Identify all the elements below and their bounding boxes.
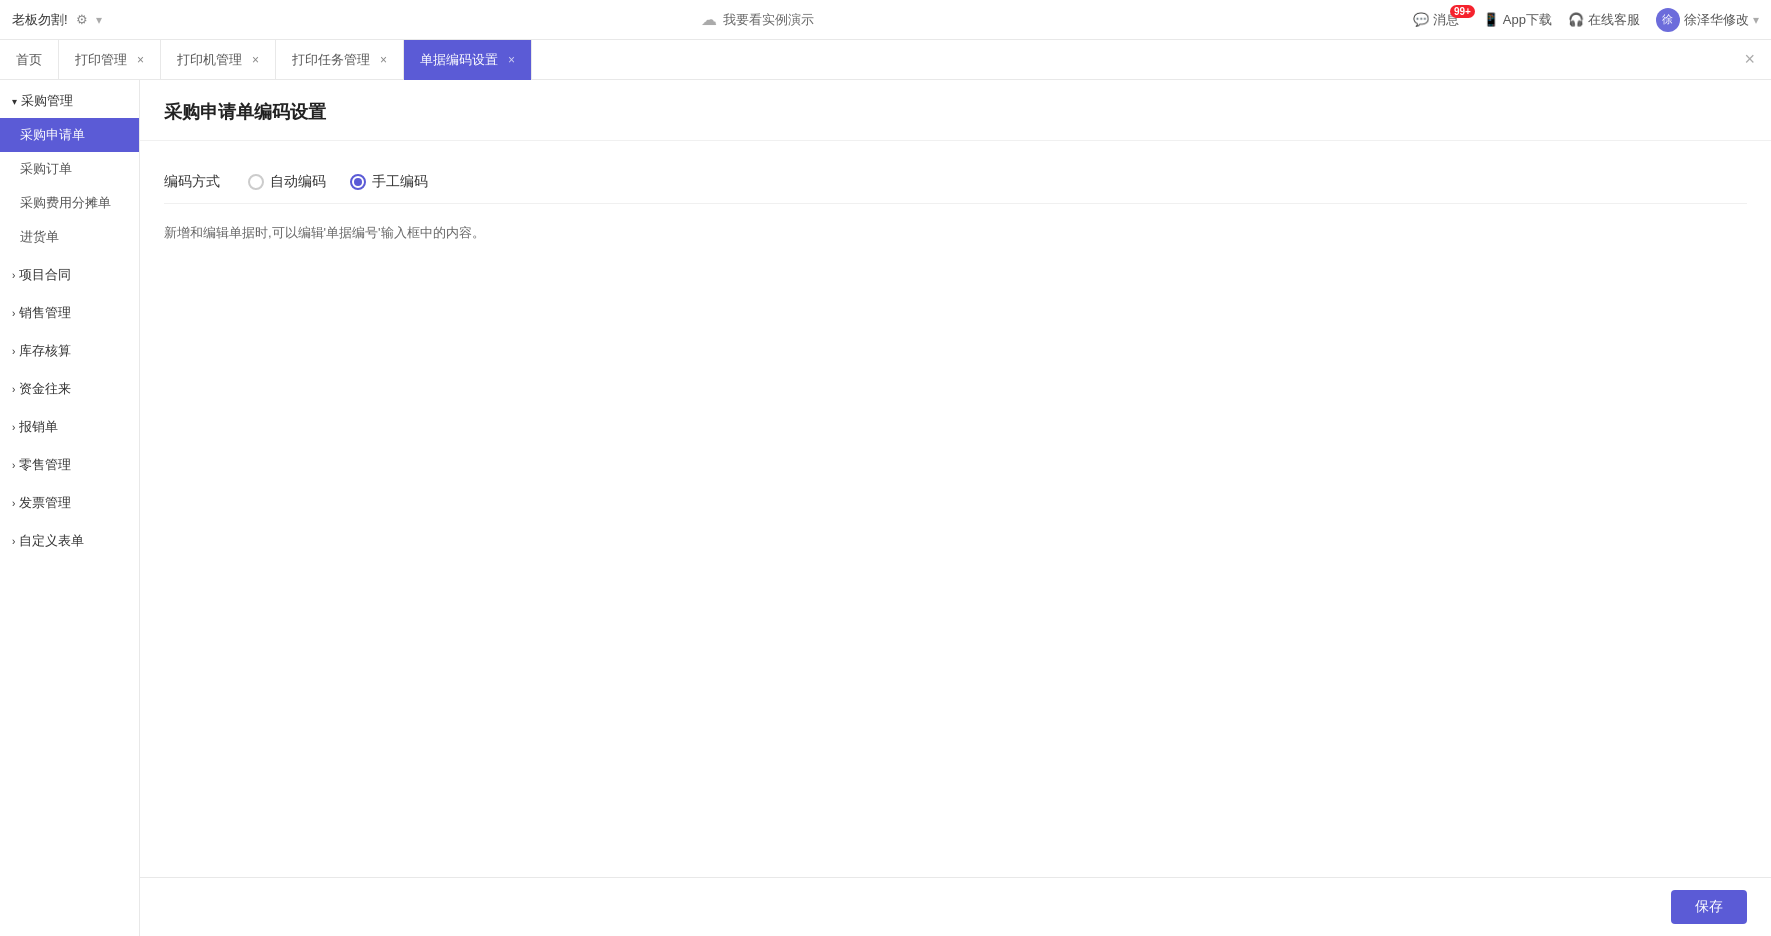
sidebar-item-purchase-request[interactable]: 采购申请单	[0, 118, 139, 152]
search-demo-text[interactable]: 我要看实例演示	[723, 11, 814, 29]
sidebar-item-purchase-order[interactable]: 采购订单	[0, 152, 139, 186]
sidebar-group-retail-label: 零售管理	[19, 456, 71, 474]
chevron-down-icon: ▾	[12, 96, 17, 107]
content-body: 编码方式 自动编码 手工编码 新增和编辑单据时,可以编辑'单据编号'输入框中的内…	[140, 141, 1771, 529]
sidebar-item-stock-in[interactable]: 进货单	[0, 220, 139, 254]
sidebar-group-purchase-header[interactable]: ▾ 采购管理	[0, 84, 139, 118]
sidebar: ▾ 采购管理 采购申请单 采购订单 采购费用分摊单 进货单 › 项目合同	[0, 80, 140, 936]
tabbar: 首页 打印管理 × 打印机管理 × 打印任务管理 × 单据编码设置 × ×	[0, 40, 1771, 80]
manual-encoding-option[interactable]: 手工编码	[350, 173, 428, 191]
sidebar-group-returns-header[interactable]: › 报销单	[0, 410, 139, 444]
online-service-button[interactable]: 🎧 在线客服	[1568, 11, 1640, 29]
sidebar-group-inventory-header[interactable]: › 库存核算	[0, 334, 139, 368]
sidebar-group-sales-header[interactable]: › 销售管理	[0, 296, 139, 330]
manual-encoding-radio[interactable]	[350, 174, 366, 190]
topbar-left: 老板勿割! ⚙ ▾	[12, 11, 102, 29]
app-download-icon: 📱	[1483, 12, 1499, 27]
tab-print-manage-label: 打印管理	[75, 51, 127, 69]
cloud-icon: ☁	[701, 10, 717, 29]
sidebar-group-project: › 项目合同	[0, 258, 139, 292]
settings-icon[interactable]: ⚙	[76, 12, 88, 27]
sidebar-group-inventory-label: 库存核算	[19, 342, 71, 360]
tab-barcode-setting[interactable]: 单据编码设置 ×	[404, 40, 532, 80]
online-service-label: 在线客服	[1588, 11, 1640, 29]
tab-barcode-setting-close[interactable]: ×	[508, 53, 515, 67]
main-layout: ▾ 采购管理 采购申请单 采购订单 采购费用分摊单 进货单 › 项目合同	[0, 80, 1771, 936]
user-name: 徐泽华修改	[1684, 11, 1749, 29]
tab-print-task-manage-label: 打印任务管理	[292, 51, 370, 69]
headset-icon: 🎧	[1568, 12, 1584, 27]
sidebar-item-purchase-expense[interactable]: 采购费用分摊单	[0, 186, 139, 220]
auto-encoding-radio[interactable]	[248, 174, 264, 190]
sidebar-group-sales: › 销售管理	[0, 296, 139, 330]
topbar-center: ☁ 我要看实例演示	[701, 10, 814, 29]
tab-printer-manage-label: 打印机管理	[177, 51, 242, 69]
sidebar-group-inventory: › 库存核算	[0, 334, 139, 368]
sidebar-group-capital: › 资金往来	[0, 372, 139, 406]
sidebar-group-capital-label: 资金往来	[19, 380, 71, 398]
tab-print-task-manage[interactable]: 打印任务管理 ×	[276, 40, 404, 80]
chevron-right-icon-capital: ›	[12, 384, 15, 395]
manual-encoding-label: 手工编码	[372, 173, 428, 191]
sidebar-group-returns: › 报销单	[0, 410, 139, 444]
app-download-label: App下载	[1503, 11, 1552, 29]
tab-print-manage-close[interactable]: ×	[137, 53, 144, 67]
tab-printer-manage-close[interactable]: ×	[252, 53, 259, 67]
topbar: 老板勿割! ⚙ ▾ ☁ 我要看实例演示 💬 消息 99+ 📱 App下载 🎧 在…	[0, 0, 1771, 40]
sidebar-group-invoice: › 发票管理	[0, 486, 139, 520]
page-title: 采购申请单编码设置	[140, 80, 1771, 141]
sidebar-group-custom-forms: › 自定义表单	[0, 524, 139, 558]
message-icon: 💬	[1413, 12, 1429, 27]
tab-print-manage[interactable]: 打印管理 ×	[59, 40, 161, 80]
chevron-right-icon-sales: ›	[12, 308, 15, 319]
user-chevron-icon: ▾	[1753, 13, 1759, 27]
sidebar-group-retail-header[interactable]: › 零售管理	[0, 448, 139, 482]
encoding-label: 编码方式	[164, 173, 224, 191]
logo-text: 老板勿割!	[12, 11, 68, 29]
topbar-chevron[interactable]: ▾	[96, 13, 102, 27]
tab-print-task-manage-close[interactable]: ×	[380, 53, 387, 67]
save-button[interactable]: 保存	[1671, 890, 1747, 924]
sidebar-group-project-label: 项目合同	[19, 266, 71, 284]
sidebar-group-returns-label: 报销单	[19, 418, 58, 436]
topbar-right: 💬 消息 99+ 📱 App下载 🎧 在线客服 徐 徐泽华修改 ▾	[1413, 8, 1759, 32]
tab-barcode-setting-label: 单据编码设置	[420, 51, 498, 69]
chevron-right-icon-inventory: ›	[12, 346, 15, 357]
sidebar-group-project-header[interactable]: › 项目合同	[0, 258, 139, 292]
sidebar-group-sales-label: 销售管理	[19, 304, 71, 322]
chevron-right-icon-custom: ›	[12, 536, 15, 547]
sidebar-group-retail: › 零售管理	[0, 448, 139, 482]
tab-printer-manage[interactable]: 打印机管理 ×	[161, 40, 276, 80]
chevron-right-icon: ›	[12, 270, 15, 281]
sidebar-group-purchase: ▾ 采购管理 采购申请单 采购订单 采购费用分摊单 进货单	[0, 84, 139, 254]
chevron-right-icon-returns: ›	[12, 422, 15, 433]
content-area: 采购申请单编码设置 编码方式 自动编码 手工编码 新增和编辑单据时,可以编辑'单…	[140, 80, 1771, 936]
avatar: 徐	[1656, 8, 1680, 32]
chevron-right-icon-invoice: ›	[12, 498, 15, 509]
sidebar-group-purchase-label: 采购管理	[21, 92, 73, 110]
sidebar-group-invoice-header[interactable]: › 发票管理	[0, 486, 139, 520]
sidebar-group-custom-forms-header[interactable]: › 自定义表单	[0, 524, 139, 558]
app-download-button[interactable]: 📱 App下载	[1483, 11, 1552, 29]
message-badge: 99+	[1450, 5, 1475, 18]
sidebar-group-capital-header[interactable]: › 资金往来	[0, 372, 139, 406]
sidebar-group-invoice-label: 发票管理	[19, 494, 71, 512]
user-info[interactable]: 徐 徐泽华修改 ▾	[1656, 8, 1759, 32]
message-button[interactable]: 💬 消息 99+	[1413, 11, 1467, 29]
chevron-right-icon-retail: ›	[12, 460, 15, 471]
window-close-button[interactable]: ×	[1728, 49, 1771, 70]
content-footer: 保存	[140, 877, 1771, 936]
tab-home-label: 首页	[16, 51, 42, 69]
sidebar-group-custom-forms-label: 自定义表单	[19, 532, 84, 550]
tab-home[interactable]: 首页	[0, 40, 59, 80]
info-text: 新增和编辑单据时,可以编辑'单据编号'输入框中的内容。	[164, 224, 1747, 242]
auto-encoding-option[interactable]: 自动编码	[248, 173, 326, 191]
encoding-row: 编码方式 自动编码 手工编码	[164, 161, 1747, 204]
auto-encoding-label: 自动编码	[270, 173, 326, 191]
